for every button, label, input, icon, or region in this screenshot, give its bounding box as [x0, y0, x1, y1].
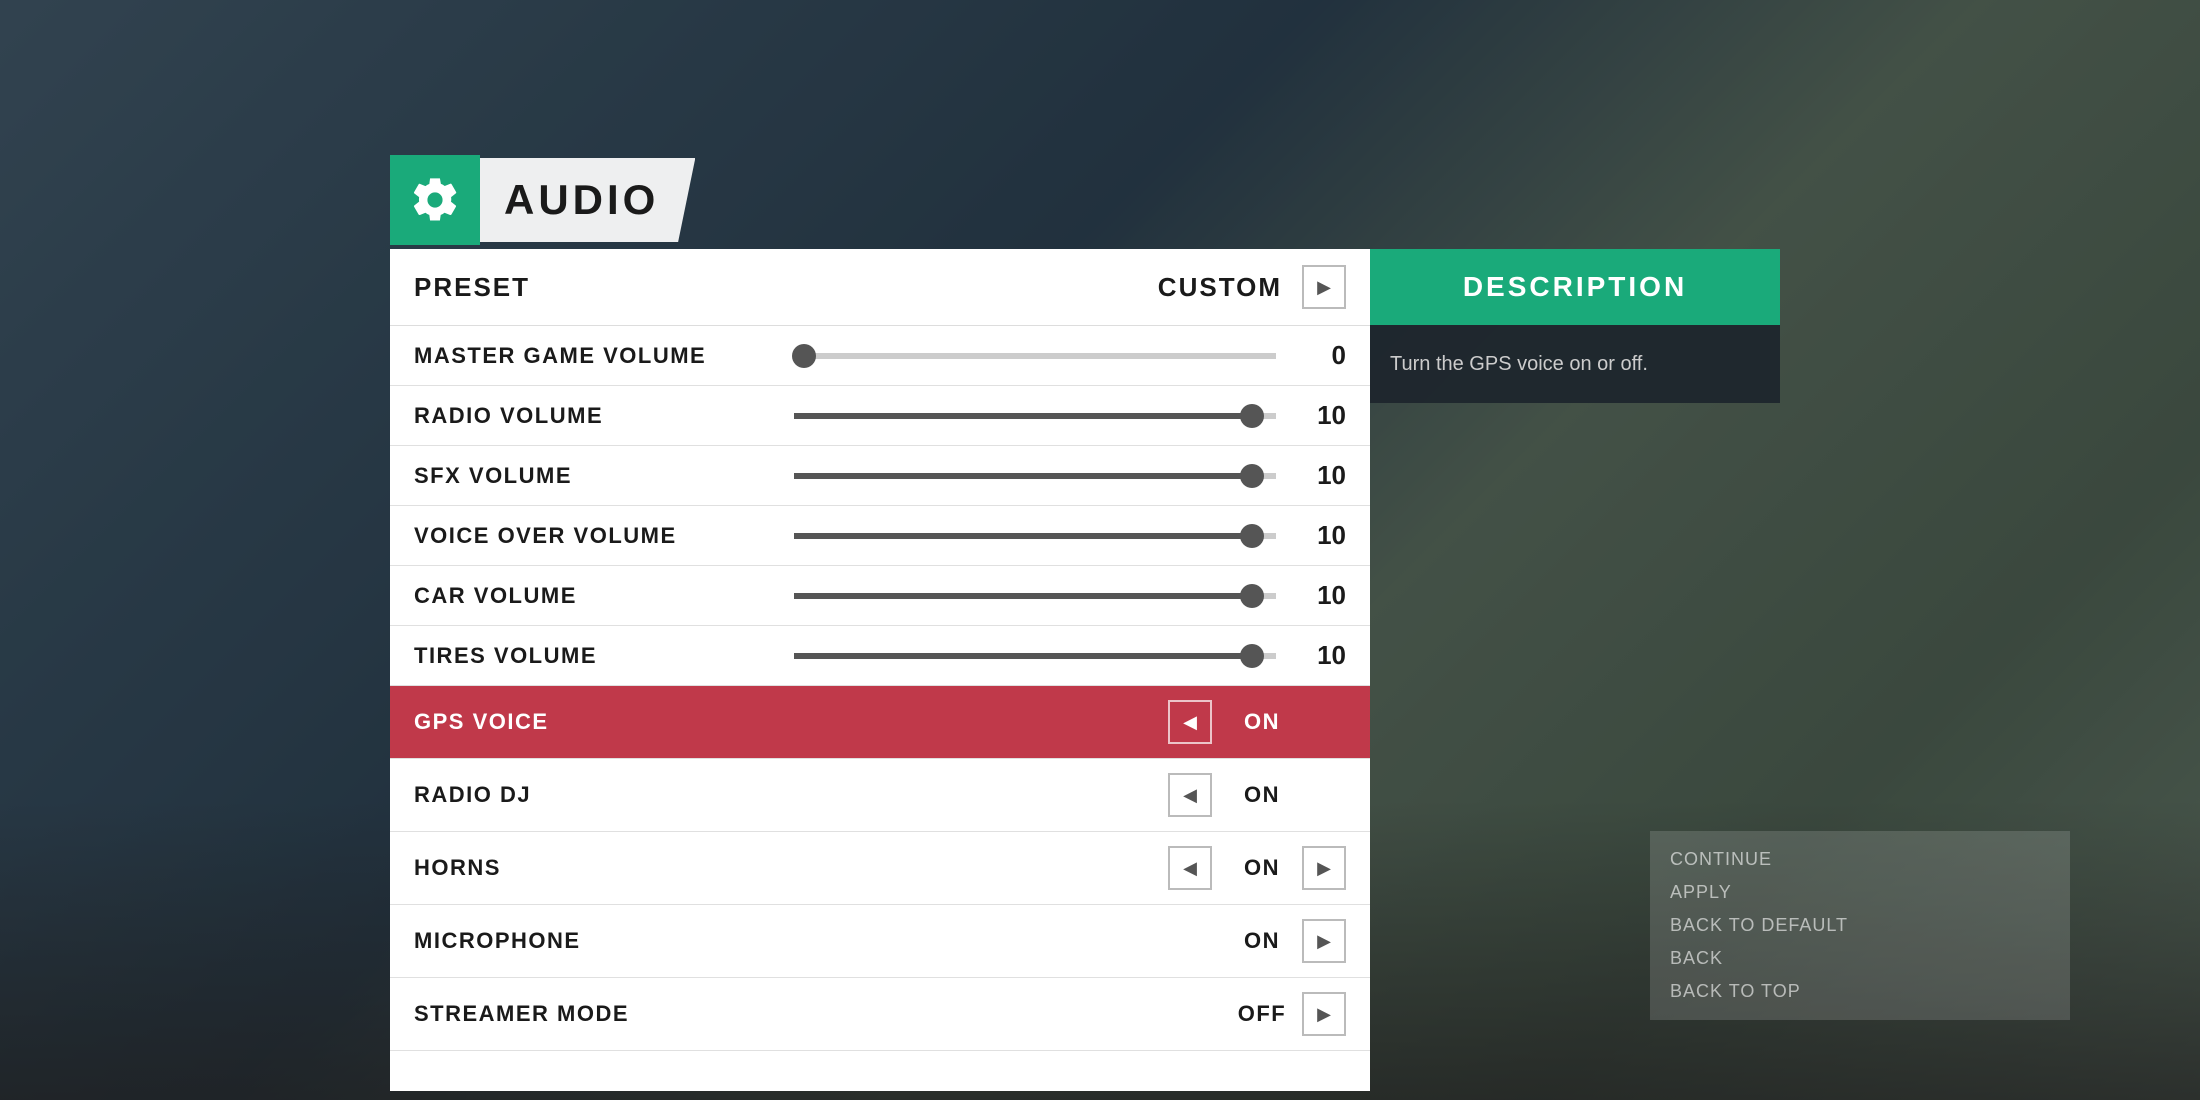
slider-row[interactable]: VOICE OVER VOLUME 10 — [390, 506, 1370, 566]
main-panel: AUDIO PRESET CUSTOM ▶ MASTER GAME VOLUME… — [390, 155, 1700, 1091]
spacer-row — [390, 1051, 1370, 1091]
preset-custom-row: PRESET CUSTOM ▶ — [390, 249, 1370, 326]
preset-label: PRESET — [414, 272, 1158, 303]
slider-thumb — [1240, 404, 1264, 428]
slider-track[interactable] — [794, 533, 1276, 539]
toggle-rows: GPS VOICE ◀ ON RADIO DJ ◀ ON HORNS ◀ ON … — [390, 686, 1370, 1051]
slider-fill — [794, 473, 1252, 479]
toggle-right-button[interactable]: ▶ — [1302, 919, 1346, 963]
slider-label: MASTER GAME VOLUME — [414, 343, 774, 369]
slider-row[interactable]: TIRES VOLUME 10 — [390, 626, 1370, 686]
slider-fill — [794, 593, 1252, 599]
toggle-value: OFF — [1222, 1001, 1302, 1027]
slider-value: 10 — [1296, 580, 1346, 611]
slider-track[interactable] — [794, 473, 1276, 479]
toggle-label: GPS VOICE — [414, 709, 1168, 735]
slider-row[interactable]: SFX VOLUME 10 — [390, 446, 1370, 506]
slider-value: 0 — [1296, 340, 1346, 371]
gear-icon-box — [390, 155, 480, 245]
slider-thumb — [792, 344, 816, 368]
toggle-value: ON — [1222, 855, 1302, 881]
toggle-label: STREAMER MODE — [414, 1001, 1168, 1027]
custom-label: CUSTOM — [1158, 272, 1282, 303]
slider-row[interactable]: RADIO VOLUME 10 — [390, 386, 1370, 446]
slider-rows: MASTER GAME VOLUME 0 RADIO VOLUME 10 SFX… — [390, 326, 1370, 686]
toggle-row[interactable]: RADIO DJ ◀ ON — [390, 759, 1370, 832]
toggle-right-button[interactable]: ▶ — [1302, 846, 1346, 890]
toggle-label: HORNS — [414, 855, 1168, 881]
toggle-value: ON — [1222, 709, 1302, 735]
slider-fill — [794, 533, 1252, 539]
toggle-row[interactable]: MICROPHONE ON ▶ — [390, 905, 1370, 978]
settings-panel: PRESET CUSTOM ▶ MASTER GAME VOLUME 0 RAD… — [390, 249, 1370, 1091]
slider-thumb — [1240, 644, 1264, 668]
bottom-panel-item[interactable]: BACK TO DEFAULT — [1670, 909, 2050, 942]
slider-label: CAR VOLUME — [414, 583, 774, 609]
gear-icon — [409, 174, 461, 226]
slider-row[interactable]: CAR VOLUME 10 — [390, 566, 1370, 626]
toggle-label: MICROPHONE — [414, 928, 1168, 954]
description-title: DESCRIPTION — [1463, 271, 1687, 302]
slider-track[interactable] — [794, 413, 1276, 419]
slider-value: 10 — [1296, 400, 1346, 431]
audio-header: AUDIO — [390, 155, 1030, 245]
toggle-row[interactable]: HORNS ◀ ON ▶ — [390, 832, 1370, 905]
toggle-row[interactable]: GPS VOICE ◀ ON — [390, 686, 1370, 759]
toggle-left-button[interactable]: ◀ — [1168, 773, 1212, 817]
toggle-value: ON — [1222, 782, 1302, 808]
slider-value: 10 — [1296, 460, 1346, 491]
description-panel: DESCRIPTION Turn the GPS voice on or off… — [1370, 249, 1780, 403]
toggle-value: ON — [1222, 928, 1302, 954]
slider-track[interactable] — [794, 653, 1276, 659]
toggle-row[interactable]: STREAMER MODE OFF ▶ — [390, 978, 1370, 1051]
slider-label: VOICE OVER VOLUME — [414, 523, 774, 549]
bottom-panel-item[interactable]: BACK — [1670, 942, 2050, 975]
slider-thumb — [1240, 584, 1264, 608]
toggle-left-button[interactable]: ◀ — [1168, 846, 1212, 890]
toggle-label: RADIO DJ — [414, 782, 1168, 808]
slider-fill — [794, 413, 1252, 419]
audio-title-box: AUDIO — [480, 158, 695, 242]
slider-label: TIRES VOLUME — [414, 643, 774, 669]
bottom-panel-item[interactable]: BACK TO TOP — [1670, 975, 2050, 1008]
audio-title: AUDIO — [504, 176, 659, 223]
bottom-panel: CONTINUEAPPLYBACK TO DEFAULTBACKBACK TO … — [1650, 831, 2070, 1020]
description-text: Turn the GPS voice on or off. — [1390, 349, 1760, 379]
toggle-right-button[interactable]: ▶ — [1302, 992, 1346, 1036]
settings-container: PRESET CUSTOM ▶ MASTER GAME VOLUME 0 RAD… — [390, 249, 1700, 1091]
slider-label: RADIO VOLUME — [414, 403, 774, 429]
slider-track[interactable] — [794, 353, 1276, 359]
description-header: DESCRIPTION — [1370, 249, 1780, 325]
toggle-left-button[interactable]: ◀ — [1168, 700, 1212, 744]
slider-row[interactable]: MASTER GAME VOLUME 0 — [390, 326, 1370, 386]
slider-thumb — [1240, 524, 1264, 548]
slider-fill — [794, 653, 1252, 659]
preset-next-button[interactable]: ▶ — [1302, 265, 1346, 309]
slider-value: 10 — [1296, 520, 1346, 551]
slider-track[interactable] — [794, 593, 1276, 599]
slider-label: SFX VOLUME — [414, 463, 774, 489]
slider-thumb — [1240, 464, 1264, 488]
bottom-panel-item[interactable]: CONTINUE — [1670, 843, 2050, 876]
bottom-panel-item[interactable]: APPLY — [1670, 876, 2050, 909]
slider-value: 10 — [1296, 640, 1346, 671]
description-body: Turn the GPS voice on or off. — [1370, 325, 1780, 403]
